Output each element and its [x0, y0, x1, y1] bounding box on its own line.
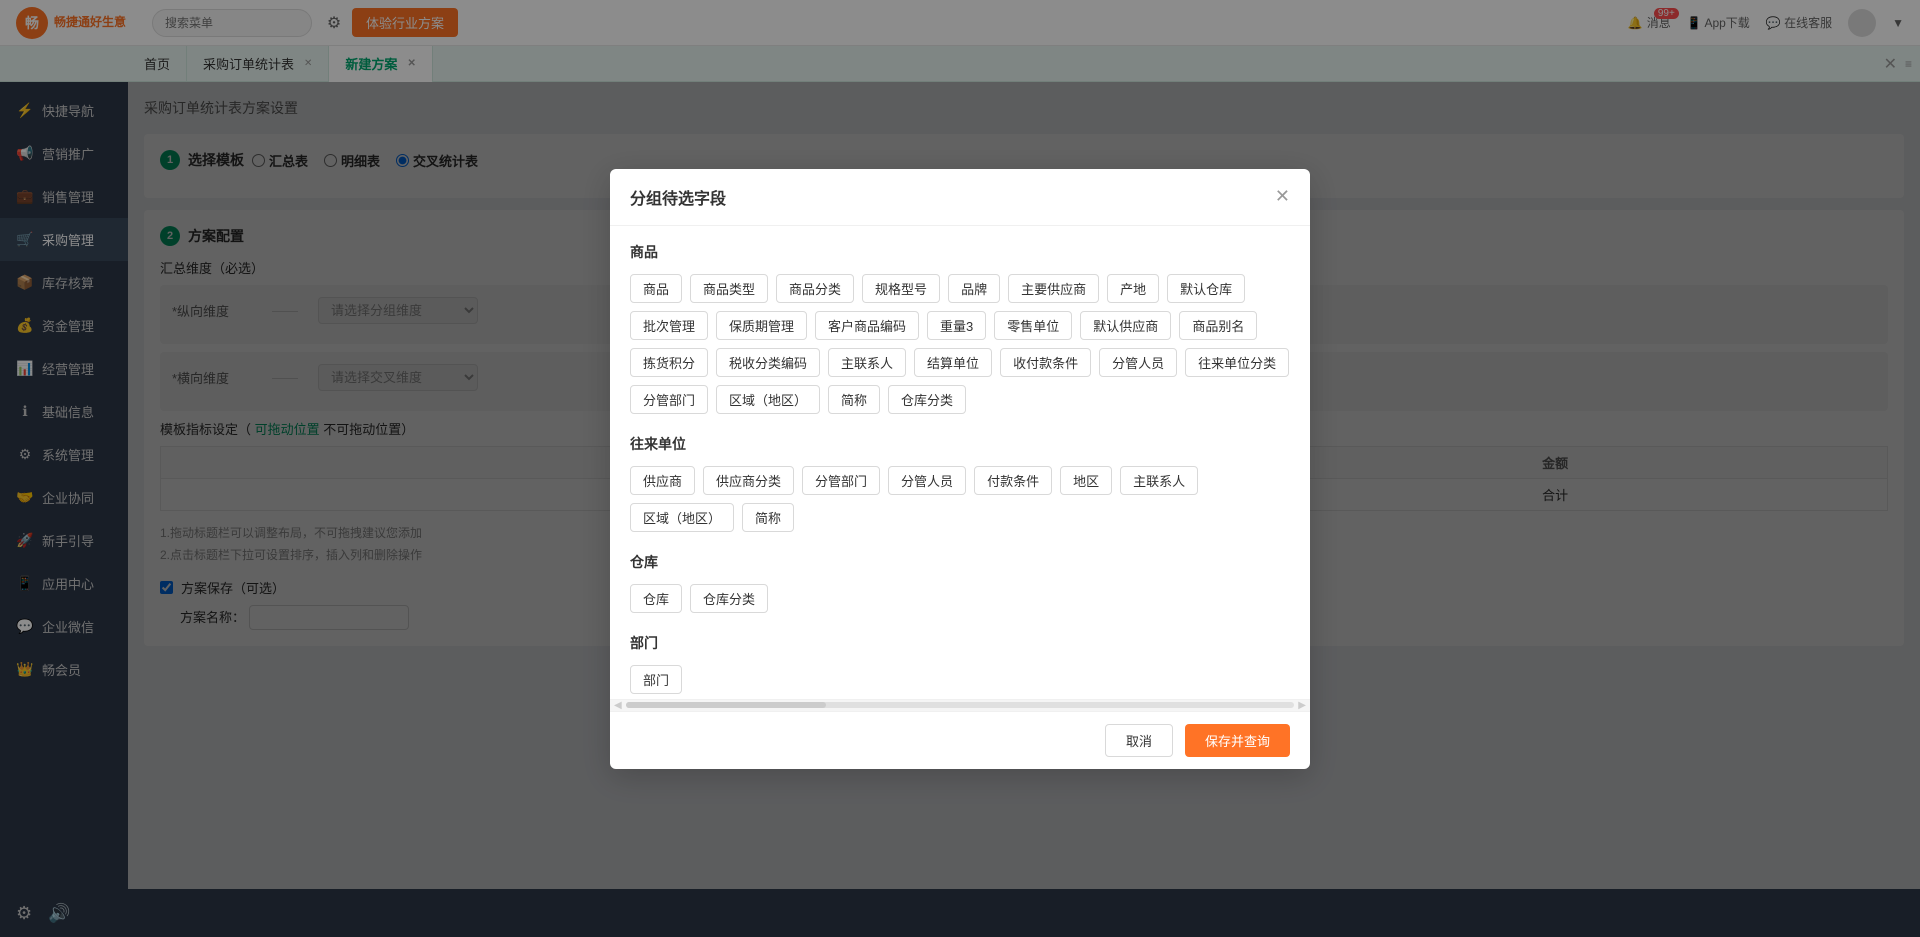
- modal-overlay: 分组待选字段 ✕ 商品 商品 商品类型 商品分类 规格型号 品牌 主要供应商 产…: [0, 0, 1920, 937]
- tag-quality[interactable]: 保质期管理: [716, 311, 807, 340]
- tag-retail-unit[interactable]: 零售单位: [994, 311, 1072, 340]
- modal-cancel-button[interactable]: 取消: [1105, 724, 1173, 757]
- tag-mgt-person[interactable]: 分管人员: [888, 466, 966, 495]
- tag-supplier-cat[interactable]: 供应商分类: [703, 466, 794, 495]
- tag-origin[interactable]: 产地: [1107, 274, 1159, 303]
- field-section-dept: 部门 部门: [630, 633, 1290, 694]
- tag-alias[interactable]: 商品别名: [1179, 311, 1257, 340]
- tag-wh-cat[interactable]: 仓库分类: [888, 385, 966, 414]
- section-partners-title: 往来单位: [630, 434, 1290, 454]
- tag-dept-item[interactable]: 部门: [630, 665, 682, 694]
- tag-default-warehouse[interactable]: 默认仓库: [1167, 274, 1245, 303]
- tag-customer-code[interactable]: 客户商品编码: [815, 311, 919, 340]
- tag-main-contact[interactable]: 主联系人: [1120, 466, 1198, 495]
- tag-abbr[interactable]: 简称: [742, 503, 794, 532]
- goods-tags: 商品 商品类型 商品分类 规格型号 品牌 主要供应商 产地 默认仓库 批次管理 …: [630, 274, 1290, 414]
- tag-default-supplier[interactable]: 默认供应商: [1080, 311, 1171, 340]
- partners-tags: 供应商 供应商分类 分管部门 分管人员 付款条件 地区 主联系人 区域（地区） …: [630, 466, 1290, 532]
- field-section-partners: 往来单位 供应商 供应商分类 分管部门 分管人员 付款条件 地区 主联系人 区域…: [630, 434, 1290, 532]
- tag-settle-unit[interactable]: 结算单位: [914, 348, 992, 377]
- field-section-goods: 商品 商品 商品类型 商品分类 规格型号 品牌 主要供应商 产地 默认仓库 批次…: [630, 242, 1290, 414]
- modal-hscroll[interactable]: ◀ ▶: [610, 699, 1310, 711]
- modal-footer: 取消 保存并查询: [610, 711, 1310, 769]
- modal-title: 分组待选字段: [630, 185, 726, 209]
- field-section-warehouse: 仓库 仓库 仓库分类: [630, 552, 1290, 613]
- modal-header: 分组待选字段 ✕: [610, 169, 1310, 226]
- tag-batch[interactable]: 批次管理: [630, 311, 708, 340]
- modal-confirm-button[interactable]: 保存并查询: [1185, 724, 1290, 757]
- tag-weight[interactable]: 重量3: [927, 311, 986, 340]
- modal-body: 商品 商品 商品类型 商品分类 规格型号 品牌 主要供应商 产地 默认仓库 批次…: [610, 226, 1310, 699]
- tag-manager[interactable]: 分管人员: [1099, 348, 1177, 377]
- tag-supplier[interactable]: 供应商: [630, 466, 695, 495]
- modal-close-button[interactable]: ✕: [1275, 186, 1290, 207]
- section-dept-title: 部门: [630, 633, 1290, 653]
- tag-warehouse-cat[interactable]: 仓库分类: [690, 584, 768, 613]
- hscroll-thumb[interactable]: [626, 702, 827, 708]
- tag-partner-cat[interactable]: 往来单位分类: [1185, 348, 1289, 377]
- modal: 分组待选字段 ✕ 商品 商品 商品类型 商品分类 规格型号 品牌 主要供应商 产…: [610, 169, 1310, 769]
- tag-dept[interactable]: 分管部门: [630, 385, 708, 414]
- tag-main-supplier[interactable]: 主要供应商: [1008, 274, 1099, 303]
- tag-goods[interactable]: 商品: [630, 274, 682, 303]
- tag-short-name[interactable]: 简称: [828, 385, 880, 414]
- tag-contact[interactable]: 主联系人: [828, 348, 906, 377]
- tag-area[interactable]: 地区: [1060, 466, 1112, 495]
- tag-warehouse[interactable]: 仓库: [630, 584, 682, 613]
- section-warehouse-title: 仓库: [630, 552, 1290, 572]
- warehouse-tags: 仓库 仓库分类: [630, 584, 1290, 613]
- tag-pay-terms[interactable]: 付款条件: [974, 466, 1052, 495]
- tag-region[interactable]: 区域（地区）: [716, 385, 820, 414]
- tag-spec[interactable]: 规格型号: [862, 274, 940, 303]
- tag-brand[interactable]: 品牌: [948, 274, 1000, 303]
- tag-tax-code[interactable]: 税收分类编码: [716, 348, 820, 377]
- tag-region2[interactable]: 区域（地区）: [630, 503, 734, 532]
- tag-mgt-dept[interactable]: 分管部门: [802, 466, 880, 495]
- tag-goods-type[interactable]: 商品类型: [690, 274, 768, 303]
- section-goods-title: 商品: [630, 242, 1290, 262]
- hscroll-track: [626, 702, 1295, 708]
- tag-pick-score[interactable]: 拣货积分: [630, 348, 708, 377]
- tag-payment-terms[interactable]: 收付款条件: [1000, 348, 1091, 377]
- dept-tags: 部门: [630, 665, 1290, 694]
- tag-goods-cat[interactable]: 商品分类: [776, 274, 854, 303]
